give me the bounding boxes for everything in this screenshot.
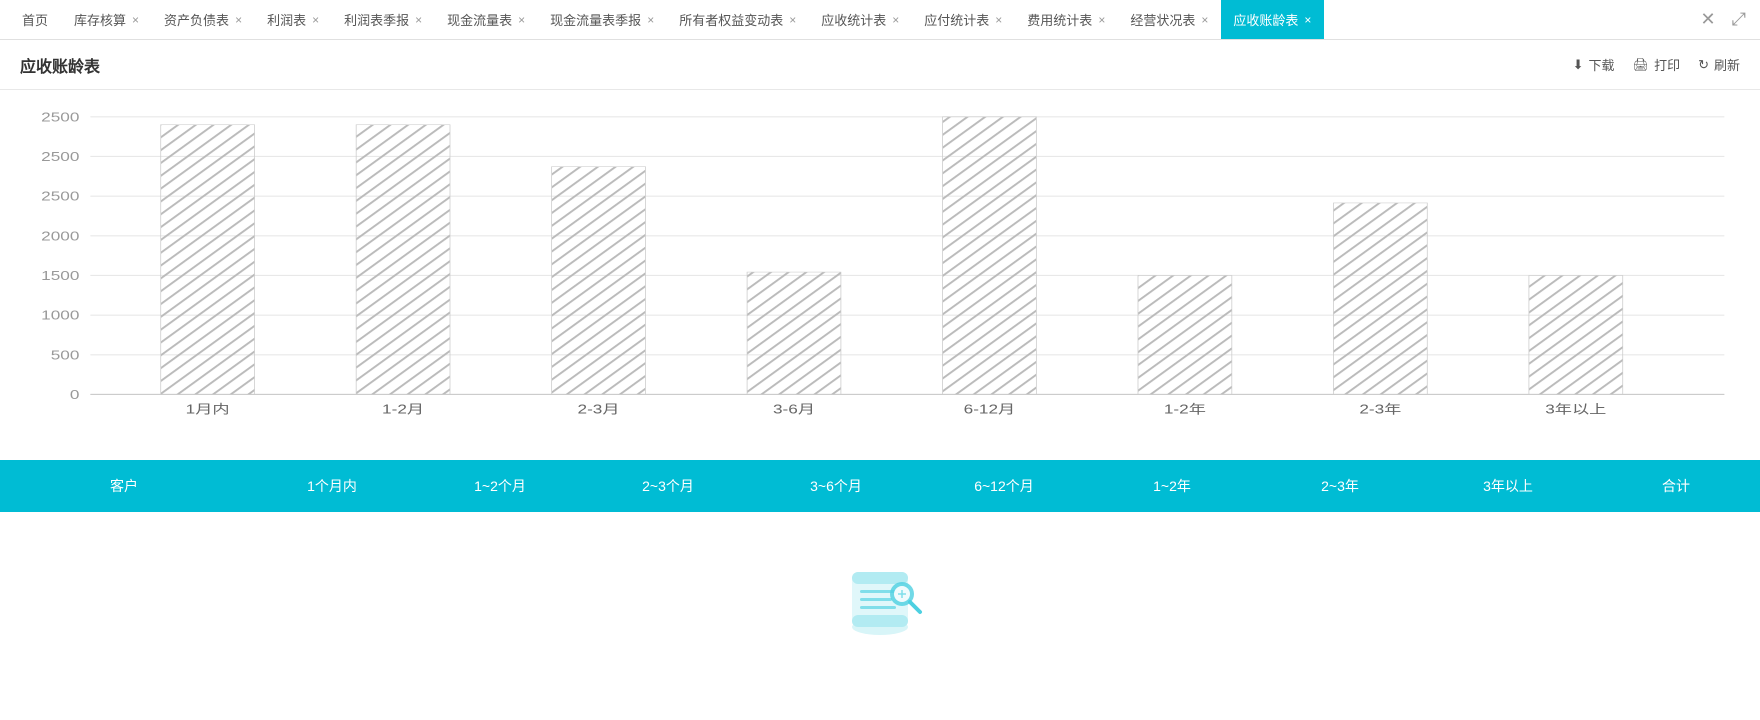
tab-inventory[interactable]: 库存核算 ×	[62, 0, 152, 40]
download-icon: ⬇	[1573, 57, 1584, 73]
page-header: 应收账龄表 ⬇ 下载 🖨 打印 ↻ 刷新	[0, 40, 1760, 90]
empty-icon	[830, 552, 930, 642]
tab-close-ap-stat[interactable]: ×	[995, 13, 1002, 27]
col-6-12month: 6~12个月	[920, 476, 1088, 496]
svg-text:1500: 1500	[41, 269, 79, 283]
col-1-2month: 1~2个月	[416, 476, 584, 496]
tab-close-cashflow-quarter[interactable]: ×	[647, 13, 654, 27]
print-button[interactable]: 🖨 打印	[1633, 55, 1681, 74]
svg-text:2500: 2500	[41, 111, 79, 125]
svg-text:2-3年: 2-3年	[1359, 403, 1401, 417]
tab-cashflow[interactable]: 现金流量表 ×	[435, 0, 538, 40]
tab-home[interactable]: 首页	[8, 0, 62, 40]
tab-expense[interactable]: 费用统计表 ×	[1015, 0, 1118, 40]
tab-ap-stat[interactable]: 应付统计表 ×	[912, 0, 1015, 40]
col-customer: 客户	[0, 476, 248, 496]
refresh-icon: ↻	[1698, 57, 1709, 73]
svg-text:2-3月: 2-3月	[578, 403, 620, 417]
svg-text:2500: 2500	[41, 190, 79, 204]
tab-operation[interactable]: 经营状况表 ×	[1118, 0, 1221, 40]
svg-text:500: 500	[51, 349, 80, 363]
main-content: 2500 2500 2500 2000 1500 1000 500 0	[0, 90, 1760, 720]
col-total: 合计	[1592, 476, 1760, 496]
print-icon: 🖨	[1633, 57, 1650, 73]
table-header: 客户 1个月内 1~2个月 2~3个月 3~6个月 6~12个月 1~2年 2~…	[0, 460, 1760, 512]
tab-profit-quarter[interactable]: 利润表季报 ×	[332, 0, 435, 40]
col-1-2year: 1~2年	[1088, 476, 1256, 496]
col-1month: 1个月内	[248, 476, 416, 496]
tab-close-ar-aging[interactable]: ×	[1304, 13, 1311, 27]
svg-text:3-6月: 3-6月	[773, 403, 815, 417]
tab-bar: 首页 库存核算 × 资产负债表 × 利润表 × 利润表季报 × 现金流量表 × …	[0, 0, 1760, 40]
refresh-button[interactable]: ↻ 刷新	[1698, 55, 1740, 74]
page-actions: ⬇ 下载 🖨 打印 ↻ 刷新	[1573, 55, 1740, 74]
svg-text:1月内: 1月内	[186, 403, 230, 417]
svg-text:1-2年: 1-2年	[1164, 403, 1206, 417]
col-2-3month: 2~3个月	[584, 476, 752, 496]
col-3plus-year: 3年以上	[1424, 476, 1592, 496]
chart-area: 2500 2500 2500 2000 1500 1000 500 0	[0, 90, 1760, 460]
svg-text:2500: 2500	[41, 150, 79, 164]
tab-close-operation[interactable]: ×	[1201, 13, 1208, 27]
svg-text:3年以上: 3年以上	[1545, 403, 1606, 417]
svg-text:2000: 2000	[41, 230, 79, 244]
tab-close-profit-quarter[interactable]: ×	[415, 13, 422, 27]
tab-equity[interactable]: 所有者权益变动表 ×	[667, 0, 809, 40]
tab-bar-actions: ✕ ⤢	[1695, 5, 1753, 34]
tab-close-balance[interactable]: ×	[235, 13, 242, 27]
svg-text:1-2月: 1-2月	[382, 403, 424, 417]
tab-cashflow-quarter[interactable]: 现金流量表季报 ×	[538, 0, 667, 40]
empty-state	[0, 512, 1760, 682]
download-button[interactable]: ⬇ 下载	[1573, 55, 1615, 74]
tab-ar-stat[interactable]: 应收统计表 ×	[809, 0, 912, 40]
tab-balance[interactable]: 资产负债表 ×	[152, 0, 255, 40]
tab-close-inventory[interactable]: ×	[132, 13, 139, 27]
tab-ar-aging[interactable]: 应收账龄表 ×	[1221, 0, 1324, 40]
svg-text:6-12月: 6-12月	[964, 403, 1016, 417]
col-3-6month: 3~6个月	[752, 476, 920, 496]
tab-close-equity[interactable]: ×	[789, 13, 796, 27]
aging-chart: 2500 2500 2500 2000 1500 1000 500 0	[20, 110, 1740, 450]
svg-text:0: 0	[70, 388, 80, 402]
tab-close-ar-stat[interactable]: ×	[892, 13, 899, 27]
svg-text:1000: 1000	[41, 309, 79, 323]
tab-close-cashflow[interactable]: ×	[518, 13, 525, 27]
col-2-3year: 2~3年	[1256, 476, 1424, 496]
tab-close-expense[interactable]: ×	[1098, 13, 1105, 27]
page-title: 应收账龄表	[20, 53, 100, 77]
tab-close-profit[interactable]: ×	[312, 13, 319, 27]
maximize-button[interactable]: ⤢	[1726, 5, 1752, 34]
tab-profit[interactable]: 利润表 ×	[255, 0, 332, 40]
minimize-button[interactable]: ✕	[1695, 5, 1722, 34]
